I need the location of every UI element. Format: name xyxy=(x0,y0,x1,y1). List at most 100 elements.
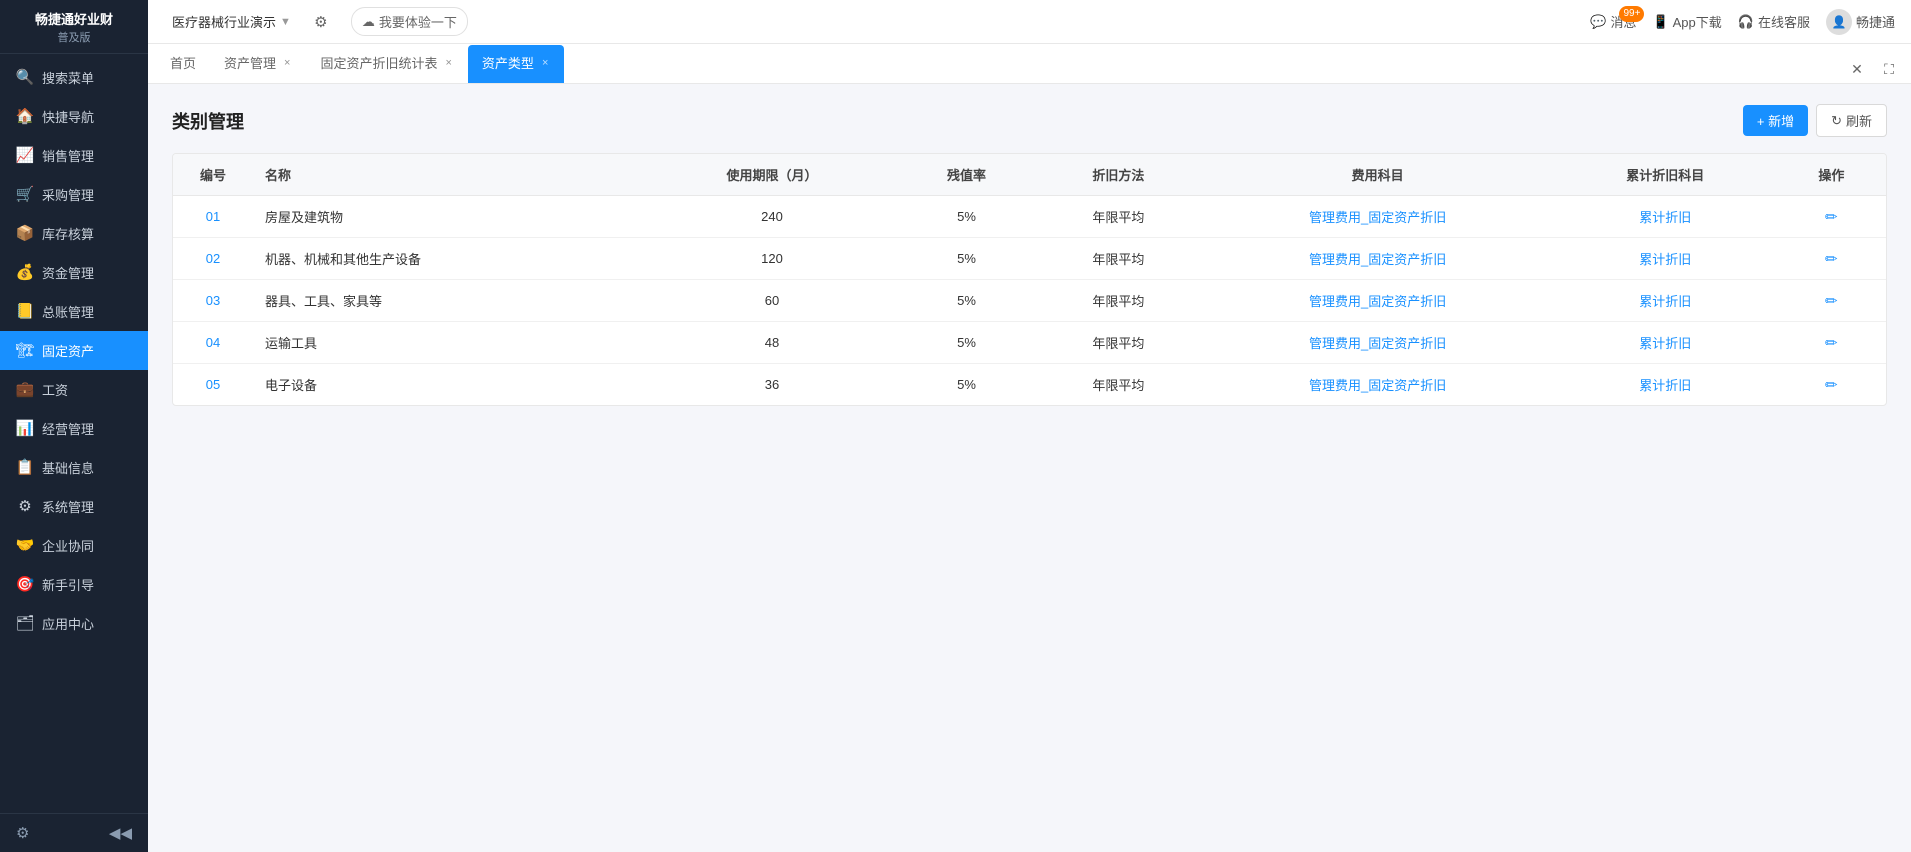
app-subtitle: 普及版 xyxy=(58,29,91,45)
experience-button[interactable]: ☁ 我要体验一下 xyxy=(351,7,468,36)
collapse-icon[interactable]: ◀◀ xyxy=(109,824,132,842)
cell-name-3: 运输工具 xyxy=(253,322,646,364)
expand-tab-button[interactable]: ⛶ xyxy=(1875,55,1903,83)
dropdown-icon: ▼ xyxy=(280,16,291,28)
col-header-3: 残值率 xyxy=(898,154,1036,196)
cell-method-2: 年限平均 xyxy=(1035,280,1201,322)
edit-icon-4[interactable]: ✏ xyxy=(1825,377,1838,394)
app-download-item[interactable]: 📱 App下载 xyxy=(1652,12,1721,31)
notifications-item[interactable]: 💬 消息 99+ xyxy=(1590,12,1636,31)
sidebar-item-label: 基础信息 xyxy=(42,458,94,477)
mobile-icon: 📱 xyxy=(1652,14,1668,30)
tab-close-2[interactable]: × xyxy=(443,56,453,70)
sidebar-item-企业协同[interactable]: 🤝 企业协同 xyxy=(0,526,148,565)
table-header-row: 编号名称使用期限（月）残值率折旧方法费用科目累计折旧科目操作 xyxy=(173,154,1886,196)
refresh-label: 刷新 xyxy=(1846,111,1872,130)
nav-icon-12: 🤝 xyxy=(16,536,34,554)
edit-icon-3[interactable]: ✏ xyxy=(1825,335,1838,352)
cell-action-1[interactable]: ✏ xyxy=(1777,238,1886,280)
cell-action-2[interactable]: ✏ xyxy=(1777,280,1886,322)
experience-label: 我要体验一下 xyxy=(379,12,457,31)
cell-expense-2: 管理费用_固定资产折旧 xyxy=(1201,280,1553,322)
cell-rate-0: 5% xyxy=(898,196,1036,238)
user-item[interactable]: 👤 畅捷通 xyxy=(1826,9,1895,35)
table-header: 编号名称使用期限（月）残值率折旧方法费用科目累计折旧科目操作 xyxy=(173,154,1886,196)
col-header-0: 编号 xyxy=(173,154,253,196)
nav-icon-14: 🗂 xyxy=(16,614,34,632)
cell-id-4: 05 xyxy=(173,364,253,406)
refresh-button[interactable]: ↻ 刷新 xyxy=(1816,104,1887,137)
new-button[interactable]: + 新增 xyxy=(1743,105,1808,136)
tab-0[interactable]: 首页 xyxy=(156,45,210,83)
tab-3[interactable]: 资产类型× xyxy=(468,45,564,83)
sidebar-item-经营管理[interactable]: 📊 经营管理 xyxy=(0,409,148,448)
tab-close-3[interactable]: × xyxy=(540,56,550,70)
sidebar-item-库存核算[interactable]: 📦 库存核算 xyxy=(0,214,148,253)
nav-icon-8: 💼 xyxy=(16,380,34,398)
sidebar: 畅捷通好业财 普及版 🔍 搜索菜单 🏠 快捷导航 📈 销售管理 🛒 采购管理 📦… xyxy=(0,0,148,852)
sidebar-item-label: 快捷导航 xyxy=(42,107,94,126)
sidebar-item-搜索菜单[interactable]: 🔍 搜索菜单 xyxy=(0,58,148,97)
sidebar-item-快捷导航[interactable]: 🏠 快捷导航 xyxy=(0,97,148,136)
sidebar-item-label: 企业协同 xyxy=(42,536,94,555)
tabs-bar: 首页资产管理×固定资产折旧统计表×资产类型× ✕ ⛶ xyxy=(148,44,1911,84)
page-header-actions: + 新增 ↻ 刷新 xyxy=(1743,104,1887,137)
cell-id-1: 02 xyxy=(173,238,253,280)
refresh-icon: ↻ xyxy=(1831,113,1842,129)
cell-period-4: 36 xyxy=(646,364,897,406)
cell-action-4[interactable]: ✏ xyxy=(1777,364,1886,406)
col-header-4: 折旧方法 xyxy=(1035,154,1201,196)
customer-service-item[interactable]: 🎧 在线客服 xyxy=(1738,12,1810,31)
sidebar-item-应用中心[interactable]: 🗂 应用中心 xyxy=(0,604,148,643)
sidebar-footer: ⚙ ◀◀ xyxy=(0,813,148,852)
close-tab-button[interactable]: ✕ xyxy=(1843,55,1871,83)
sidebar-item-销售管理[interactable]: 📈 销售管理 xyxy=(0,136,148,175)
nav-icon-13: 🎯 xyxy=(16,575,34,593)
cell-method-3: 年限平均 xyxy=(1035,322,1201,364)
user-label: 畅捷通 xyxy=(1856,12,1895,31)
sidebar-item-label: 销售管理 xyxy=(42,146,94,165)
sidebar-item-工资[interactable]: 💼 工资 xyxy=(0,370,148,409)
tab-2[interactable]: 固定资产折旧统计表× xyxy=(306,45,467,83)
sidebar-item-总账管理[interactable]: 📒 总账管理 xyxy=(0,292,148,331)
cell-period-1: 120 xyxy=(646,238,897,280)
topbar-settings-button[interactable]: ⚙ xyxy=(307,8,335,36)
cell-period-3: 48 xyxy=(646,322,897,364)
sidebar-item-采购管理[interactable]: 🛒 采购管理 xyxy=(0,175,148,214)
cloud-icon: ☁ xyxy=(362,14,375,30)
sidebar-item-资金管理[interactable]: 💰 资金管理 xyxy=(0,253,148,292)
edit-icon-2[interactable]: ✏ xyxy=(1825,293,1838,310)
sidebar-item-系统管理[interactable]: ⚙ 系统管理 xyxy=(0,487,148,526)
sidebar-item-固定资产[interactable]: 🏗 固定资产 xyxy=(0,331,148,370)
tab-1[interactable]: 资产管理 × xyxy=(210,45,306,83)
edit-icon-1[interactable]: ✏ xyxy=(1825,251,1838,268)
tab-close-1[interactable]: × xyxy=(282,56,292,70)
table-row: 05 电子设备 36 5% 年限平均 管理费用_固定资产折旧 累计折旧 ✏ xyxy=(173,364,1886,406)
cell-expense-0: 管理费用_固定资产折旧 xyxy=(1201,196,1553,238)
topbar-left: 医疗器械行业演示 ▼ ⚙ ☁ 我要体验一下 xyxy=(164,7,1590,36)
sidebar-item-label: 工资 xyxy=(42,380,68,399)
cell-period-2: 60 xyxy=(646,280,897,322)
col-header-2: 使用期限（月） xyxy=(646,154,897,196)
sidebar-item-新手引导[interactable]: 🎯 新手引导 xyxy=(0,565,148,604)
edit-icon-0[interactable]: ✏ xyxy=(1825,209,1838,226)
cell-action-0[interactable]: ✏ xyxy=(1777,196,1886,238)
topbar-right: 💬 消息 99+ 📱 App下载 🎧 在线客服 👤 畅捷通 xyxy=(1590,9,1895,35)
sidebar-item-label: 库存核算 xyxy=(42,224,94,243)
tabs-bar-right: ✕ ⛶ xyxy=(1843,55,1903,83)
sidebar-item-基础信息[interactable]: 📋 基础信息 xyxy=(0,448,148,487)
category-table-container: 编号名称使用期限（月）残值率折旧方法费用科目累计折旧科目操作 01 房屋及建筑物… xyxy=(172,153,1887,406)
settings-icon[interactable]: ⚙ xyxy=(16,824,29,842)
notification-icon: 💬 xyxy=(1590,14,1606,30)
sidebar-item-label: 搜索菜单 xyxy=(42,68,94,87)
sidebar-item-label: 经营管理 xyxy=(42,419,94,438)
category-table: 编号名称使用期限（月）残值率折旧方法费用科目累计折旧科目操作 01 房屋及建筑物… xyxy=(173,154,1886,405)
headset-icon: 🎧 xyxy=(1738,14,1754,30)
industry-selector[interactable]: 医疗器械行业演示 ▼ xyxy=(164,8,299,35)
customer-service-label: 在线客服 xyxy=(1758,12,1810,31)
col-header-6: 累计折旧科目 xyxy=(1554,154,1777,196)
nav-icon-2: 📈 xyxy=(16,146,34,164)
cell-action-3[interactable]: ✏ xyxy=(1777,322,1886,364)
tab-label-1: 资产管理 xyxy=(224,53,276,72)
industry-label: 医疗器械行业演示 xyxy=(172,12,276,31)
